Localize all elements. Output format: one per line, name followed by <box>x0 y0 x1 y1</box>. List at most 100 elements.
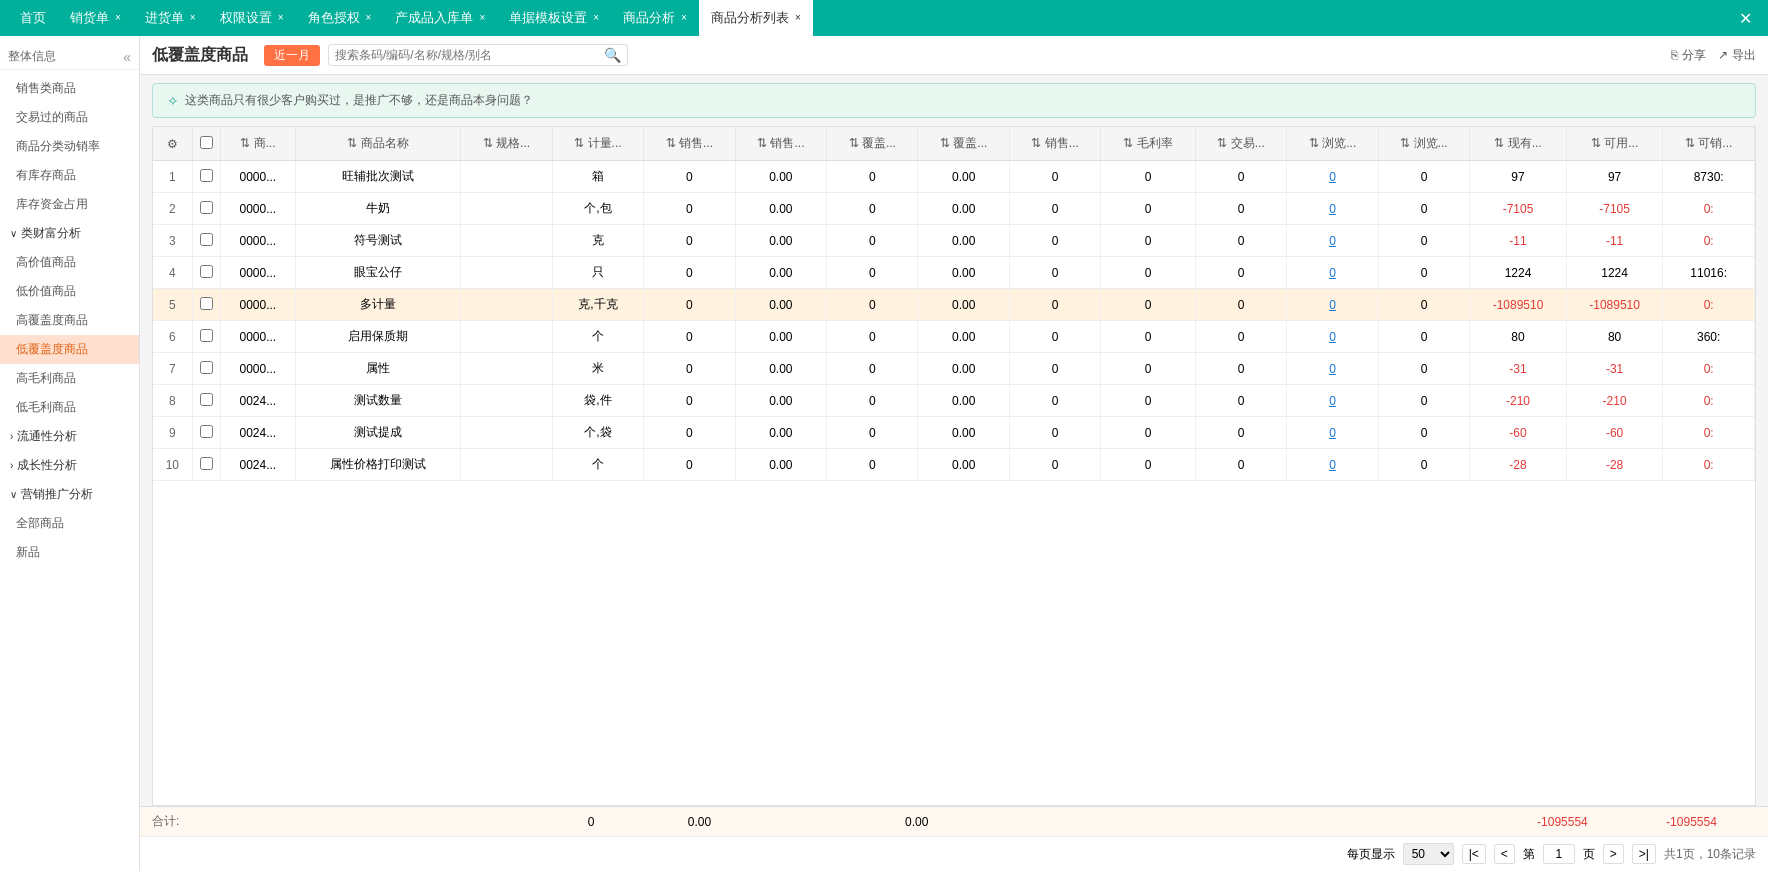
nav-permission[interactable]: 权限设置 × <box>208 0 296 36</box>
row-checkbox[interactable] <box>192 193 220 225</box>
row-checkbox[interactable] <box>192 417 220 449</box>
row-checkbox[interactable] <box>192 257 220 289</box>
col-available[interactable]: ⇅ 可用... <box>1566 127 1663 161</box>
col-unit[interactable]: ⇅ 计量... <box>552 127 643 161</box>
row-browse1[interactable]: 0 <box>1287 321 1378 353</box>
row-browse1[interactable]: 0 <box>1287 417 1378 449</box>
nav-purchase-close[interactable]: × <box>190 0 196 36</box>
sidebar-section-liudong[interactable]: › 流通性分析 <box>0 422 139 451</box>
nav-warehouse-close[interactable]: × <box>479 0 485 36</box>
nav-role-close[interactable]: × <box>366 0 372 36</box>
sidebar-item-high-profit[interactable]: 高毛利商品 <box>0 364 139 393</box>
col-spec[interactable]: ⇅ 规格... <box>461 127 552 161</box>
sidebar-item-new-goods[interactable]: 新品 <box>0 538 139 567</box>
row-browse1[interactable]: 0 <box>1287 449 1378 481</box>
row-sales2: 0.00 <box>735 449 826 481</box>
nav-product-analysis[interactable]: 商品分析 × <box>611 0 699 36</box>
row-checkbox[interactable] <box>192 385 220 417</box>
row-browse1[interactable]: 0 <box>1287 161 1378 193</box>
row-checkbox[interactable] <box>192 289 220 321</box>
col-settings[interactable]: ⚙ <box>153 127 192 161</box>
col-browse2[interactable]: ⇅ 浏览... <box>1378 127 1469 161</box>
sidebar-item-stock-capital[interactable]: 库存资金占用 <box>0 190 139 219</box>
row-num: 9 <box>153 417 192 449</box>
col-name[interactable]: ⇅ 商品名称 <box>296 127 461 161</box>
window-close-button[interactable]: ✕ <box>1731 9 1760 28</box>
row-coverage2: 0.00 <box>918 385 1009 417</box>
last-page-button[interactable]: >| <box>1632 844 1656 864</box>
row-coverage1: 0 <box>827 193 918 225</box>
next-page-button[interactable]: > <box>1603 844 1624 864</box>
nav-home[interactable]: 首页 <box>8 0 58 36</box>
search-input[interactable] <box>335 48 600 62</box>
row-checkbox[interactable] <box>192 161 220 193</box>
col-sales1[interactable]: ⇅ 销售... <box>644 127 735 161</box>
row-checkbox[interactable] <box>192 449 220 481</box>
nav-product-analysis-close[interactable]: × <box>681 0 687 36</box>
page-number-input[interactable] <box>1543 844 1575 864</box>
nav-template-close[interactable]: × <box>593 0 599 36</box>
col-current[interactable]: ⇅ 现有... <box>1470 127 1567 161</box>
col-gross[interactable]: ⇅ 毛利率 <box>1101 127 1195 161</box>
row-checkbox[interactable] <box>192 225 220 257</box>
row-browse2: 0 <box>1378 257 1469 289</box>
row-code: 0000... <box>220 353 295 385</box>
sidebar-item-low-coverage[interactable]: 低覆盖度商品 <box>0 335 139 364</box>
nav-product-analysis-list[interactable]: 商品分析列表 × <box>699 0 813 36</box>
nav-warehouse[interactable]: 产成品入库单 × <box>383 0 497 36</box>
sidebar-section-chengzhang[interactable]: › 成长性分析 <box>0 451 139 480</box>
row-gross: 0 <box>1101 161 1195 193</box>
sidebar-item-high-coverage[interactable]: 高覆盖度商品 <box>0 306 139 335</box>
settings-icon[interactable]: ⚙ <box>167 137 178 151</box>
sidebar-item-low-profit[interactable]: 低毛利商品 <box>0 393 139 422</box>
nav-role[interactable]: 角色授权 × <box>296 0 384 36</box>
sidebar-item-in-stock[interactable]: 有库存商品 <box>0 161 139 190</box>
col-browse1[interactable]: ⇅ 浏览... <box>1287 127 1378 161</box>
share-button[interactable]: ⎘ 分享 <box>1671 47 1706 64</box>
row-browse1[interactable]: 0 <box>1287 385 1378 417</box>
sidebar-item-low-value[interactable]: 低价值商品 <box>0 277 139 306</box>
row-browse1[interactable]: 0 <box>1287 225 1378 257</box>
page-size-select[interactable]: 50 10 20 100 <box>1403 843 1454 865</box>
col-sales3[interactable]: ⇅ 销售... <box>1009 127 1100 161</box>
sidebar-item-all-goods[interactable]: 全部商品 <box>0 509 139 538</box>
export-button[interactable]: ↗ 导出 <box>1718 47 1756 64</box>
search-icon[interactable]: 🔍 <box>604 47 621 63</box>
sidebar-collapse-icon[interactable]: « <box>123 49 131 65</box>
sidebar-section-yingxiao[interactable]: ∨ 营销推广分析 <box>0 480 139 509</box>
nav-sales-close[interactable]: × <box>115 0 121 36</box>
col-coverage2[interactable]: ⇅ 覆盖... <box>918 127 1009 161</box>
sidebar-item-high-value[interactable]: 高价值商品 <box>0 248 139 277</box>
col-coverage1[interactable]: ⇅ 覆盖... <box>827 127 918 161</box>
row-browse1[interactable]: 0 <box>1287 193 1378 225</box>
period-button[interactable]: 近一月 <box>264 45 320 66</box>
sidebar-section-wealth[interactable]: ∨ 类财富分析 <box>0 219 139 248</box>
col-sales2[interactable]: ⇅ 销售... <box>735 127 826 161</box>
sidebar-item-traded-goods[interactable]: 交易过的商品 <box>0 103 139 132</box>
prev-page-button[interactable]: < <box>1494 844 1515 864</box>
row-num: 7 <box>153 353 192 385</box>
row-current: 97 <box>1470 161 1567 193</box>
nav-product-analysis-list-close[interactable]: × <box>795 0 801 36</box>
total-sales1: 0 <box>567 815 615 829</box>
sort-icon: ⇅ <box>240 136 250 150</box>
row-sales1: 0 <box>644 289 735 321</box>
col-trade[interactable]: ⇅ 交易... <box>1195 127 1286 161</box>
col-checkbox[interactable] <box>192 127 220 161</box>
row-browse1[interactable]: 0 <box>1287 289 1378 321</box>
row-current: 1224 <box>1470 257 1567 289</box>
nav-purchase[interactable]: 进货单 × <box>133 0 208 36</box>
row-browse1[interactable]: 0 <box>1287 257 1378 289</box>
col-code[interactable]: ⇅ 商... <box>220 127 295 161</box>
nav-sales[interactable]: 销货单 × <box>58 0 133 36</box>
row-browse1[interactable]: 0 <box>1287 353 1378 385</box>
nav-template[interactable]: 单据模板设置 × <box>497 0 611 36</box>
select-all-checkbox[interactable] <box>200 136 213 149</box>
sidebar-item-sales-goods[interactable]: 销售类商品 <box>0 74 139 103</box>
nav-permission-close[interactable]: × <box>278 0 284 36</box>
row-checkbox[interactable] <box>192 353 220 385</box>
first-page-button[interactable]: |< <box>1462 844 1486 864</box>
sidebar-item-category-rate[interactable]: 商品分类动销率 <box>0 132 139 161</box>
col-sellable[interactable]: ⇅ 可销... <box>1663 127 1755 161</box>
row-checkbox[interactable] <box>192 321 220 353</box>
